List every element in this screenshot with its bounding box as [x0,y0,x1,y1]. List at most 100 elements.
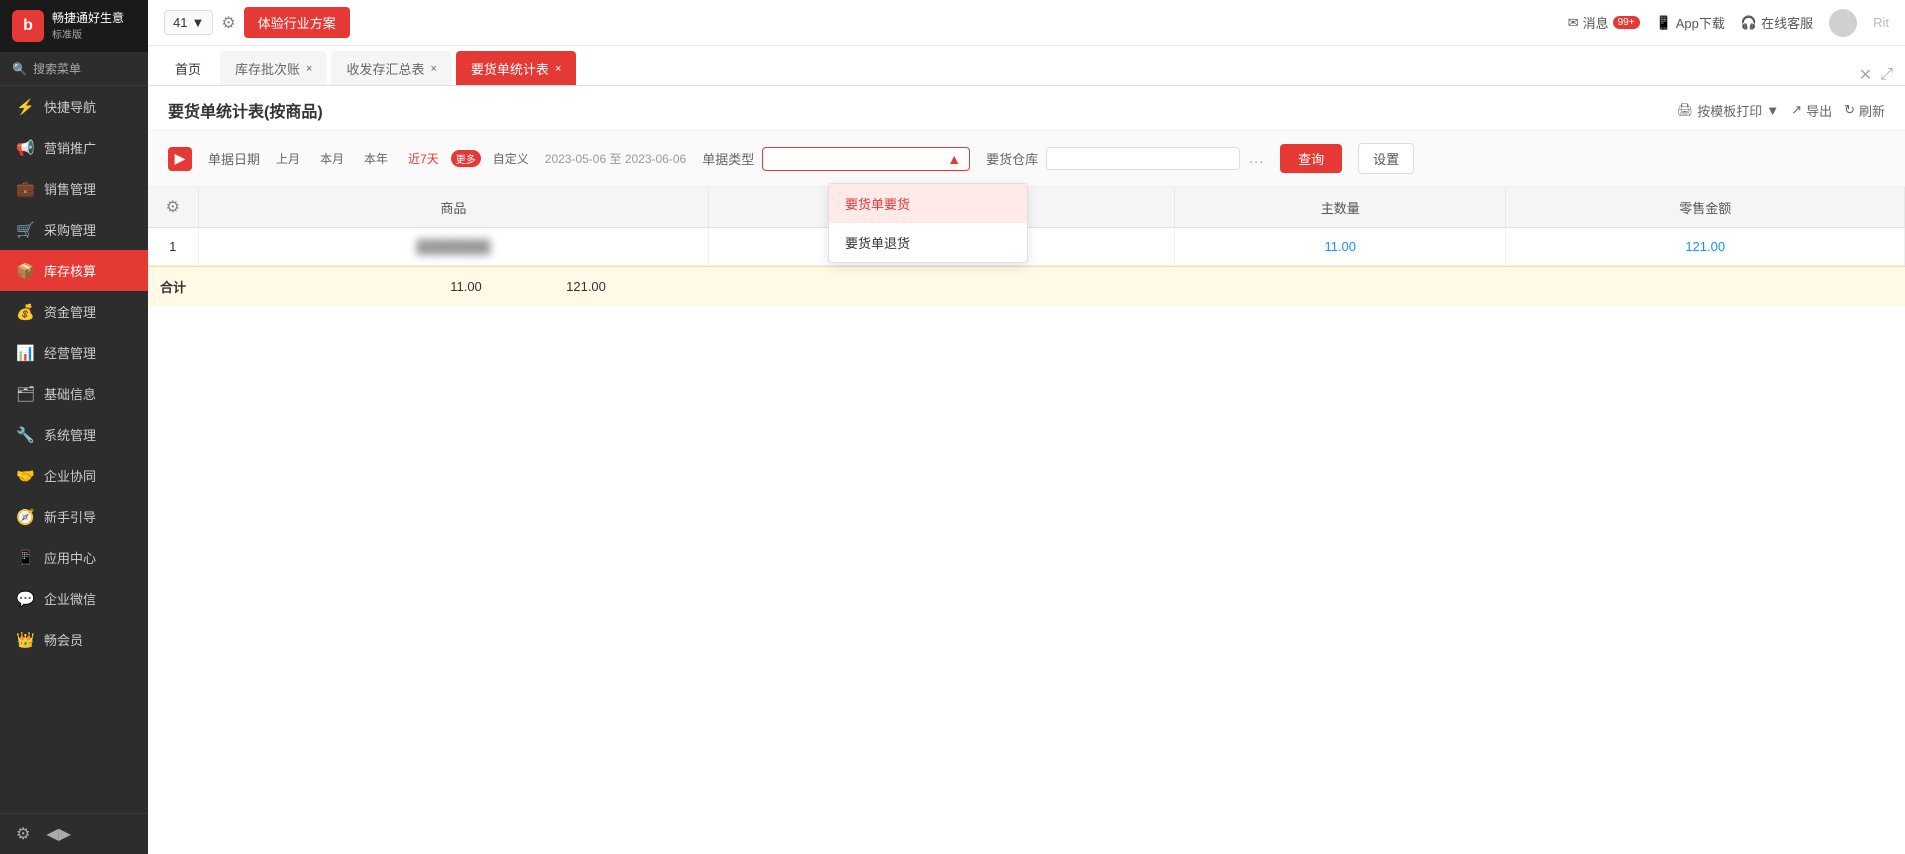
sidebar-item-wechat[interactable]: 💬 企业微信 [0,578,148,619]
tab-batch-account[interactable]: 库存批次账 × [220,51,327,85]
date-filter-label: 单据日期 [208,149,260,168]
finance-icon: 💰 [16,303,34,321]
warehouse-filter-group: 要货仓库 … [986,147,1264,170]
type-dropdown-arrow[interactable]: ▲ [947,151,961,167]
sidebar-item-inventory[interactable]: 📦 库存核算 [0,250,148,291]
tabs-expand-icon[interactable]: ⤢ [1880,66,1893,84]
message-icon: ✉ [1568,15,1579,31]
sidebar-item-finance[interactable]: 💰 资金管理 [0,291,148,332]
col-product: 商品 [198,187,709,228]
sidebar-label-sales: 销售管理 [44,179,96,198]
table-footer: 合计 11.00 121.00 [148,266,1905,306]
sidebar-item-operations[interactable]: 📊 经营管理 [0,332,148,373]
tab-receipt-summary[interactable]: 收发存汇总表 × [331,51,451,85]
trial-button[interactable]: 体验行业方案 [244,7,350,38]
col-settings[interactable]: ⚙ [148,187,198,228]
date-btn-this-year[interactable]: 本年 [356,147,396,170]
logo-icon: b [12,10,44,42]
row-amount[interactable]: 121.00 [1506,228,1905,266]
tab-receipt-summary-label: 收发存汇总表 [346,59,424,78]
sidebar-label-finance: 资金管理 [44,302,96,321]
type-input[interactable] [771,151,947,166]
date-btn-last-month[interactable]: 上月 [268,147,308,170]
row-no: 1 [148,228,198,266]
sidebar-item-quick-nav[interactable]: ⚡ 快捷导航 [0,86,148,127]
store-dropdown-arrow: ▼ [191,15,204,30]
tabs-close-icon[interactable]: ✕ [1859,65,1872,85]
col-settings-icon[interactable]: ⚙ [166,199,180,216]
search-icon: 🔍 [12,62,27,76]
warehouse-input-wrapper[interactable] [1046,147,1240,170]
tab-receipt-summary-close[interactable]: × [430,63,436,75]
warehouse-more-icon[interactable]: … [1248,150,1264,168]
sidebar-label-guide: 新手引导 [44,507,96,526]
app-center-icon: 📱 [16,549,34,567]
store-selector[interactable]: 41 ▼ [164,10,213,35]
sidebar: b 畅捷通好生意 标准版 🔍 搜索菜单 ⚡ 快捷导航 📢 营销推广 💼 销售管理… [0,0,148,854]
online-service-item[interactable]: 🎧 在线客服 [1741,13,1813,32]
row-quantity[interactable]: 11.00 [1175,228,1506,266]
sidebar-footer: ⚙ ◀▶ [0,813,148,854]
sidebar-label-inventory: 库存核算 [44,261,96,280]
wechat-icon: 💬 [16,590,34,608]
brand-name: 畅捷通好生意 [52,11,124,27]
date-more-badge[interactable]: 更多 [451,150,481,167]
app-download-item[interactable]: 📱 App下载 [1656,13,1725,32]
sidebar-label-member: 畅会员 [44,630,83,649]
sales-icon: 💼 [16,180,34,198]
export-button[interactable]: ↗ 导出 [1791,101,1832,120]
date-btn-this-month[interactable]: 本月 [312,147,352,170]
date-btn-custom[interactable]: 自定义 [485,147,537,170]
sidebar-item-app-center[interactable]: 📱 应用中心 [0,537,148,578]
chevron-down-icon: ▼ [1766,103,1779,118]
tab-home[interactable]: 首页 [160,51,216,85]
sidebar-item-enterprise[interactable]: 🤝 企业协同 [0,455,148,496]
tab-order-stats[interactable]: 要货单统计表 × [456,51,576,85]
date-btn-last-7-days[interactable]: 近7天 [400,147,447,170]
settings-footer-icon[interactable]: ⚙ [16,824,30,844]
inventory-icon: 📦 [16,262,34,280]
dropdown-item-order-return[interactable]: 要货单退货 [829,223,1027,262]
sidebar-item-system[interactable]: 🔧 系统管理 [0,414,148,455]
sidebar-label-marketing: 营销推广 [44,138,96,157]
refresh-button[interactable]: ↻ 刷新 [1844,101,1885,120]
query-button[interactable]: 查询 [1280,144,1342,173]
tab-batch-account-close[interactable]: × [306,63,312,75]
warehouse-input[interactable] [1055,151,1231,166]
user-name: Rit [1873,15,1889,30]
export-icon: ↗ [1791,102,1802,118]
date-filter-group: 单据日期 上月 本月 本年 近7天 更多 自定义 2023-05-06 至 20… [208,147,686,170]
user-avatar[interactable] [1829,9,1857,37]
tab-order-stats-close[interactable]: × [555,63,561,75]
brand-edition: 标准版 [52,26,124,41]
topbar-left: 41 ▼ ⚙ 体验行业方案 [164,7,1556,38]
type-dropdown-popup: 要货单要货 要货单退货 [828,183,1028,263]
template-print-button[interactable]: 🖨 按模板打印 ▼ [1677,101,1779,120]
sidebar-item-marketing[interactable]: 📢 营销推广 [0,127,148,168]
refresh-icon: ↻ [1844,102,1855,118]
tabs-actions: ✕ ⤢ [1859,65,1893,85]
date-range-display: 2023-05-06 至 2023-06-06 [545,150,686,167]
settings-button[interactable]: 设置 [1358,143,1414,174]
type-filter-group: 单据类型 ▲ [702,147,970,171]
sidebar-item-guide[interactable]: 🧭 新手引导 [0,496,148,537]
filter-expand-button[interactable]: ▶ [168,147,192,171]
operations-icon: 📊 [16,344,34,362]
messages-item[interactable]: ✉ 消息 99+ [1568,13,1640,32]
quick-nav-icon: ⚡ [16,98,34,116]
search-menu[interactable]: 🔍 搜索菜单 [0,52,148,86]
topbar-settings-icon[interactable]: ⚙ [221,13,235,33]
tabs-bar: 首页 库存批次账 × 收发存汇总表 × 要货单统计表 × ✕ ⤢ [148,46,1905,86]
collapse-icon[interactable]: ◀▶ [46,824,71,844]
sidebar-label-quick-nav: 快捷导航 [44,97,96,116]
enterprise-icon: 🤝 [16,467,34,485]
tab-home-label: 首页 [175,59,201,78]
sidebar-item-member[interactable]: 👑 畅会员 [0,619,148,660]
dropdown-item-order-goods[interactable]: 要货单要货 [829,184,1027,223]
type-input-wrapper[interactable]: ▲ [762,147,970,171]
headset-icon: 🎧 [1741,15,1757,31]
sidebar-item-purchase[interactable]: 🛒 采购管理 [0,209,148,250]
row-product: ████████ [198,228,709,266]
sidebar-item-base-info[interactable]: 🗂 基础信息 [0,373,148,414]
sidebar-item-sales[interactable]: 💼 销售管理 [0,168,148,209]
